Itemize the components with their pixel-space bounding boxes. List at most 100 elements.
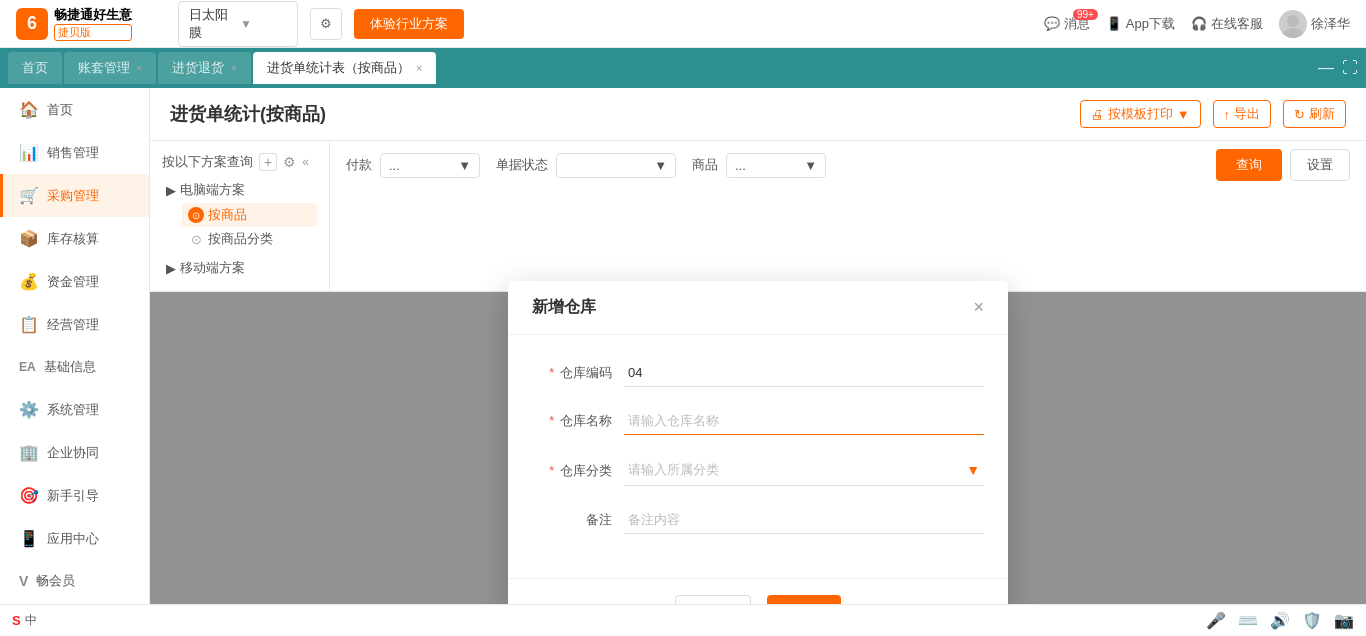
tab-account-close-icon[interactable]: × (136, 62, 142, 74)
dialog-title: 新增仓库 (532, 297, 596, 318)
avatar (1279, 10, 1307, 38)
headset-icon: 🎧 (1191, 16, 1207, 31)
status-select[interactable]: ▼ (556, 153, 676, 178)
tab-home[interactable]: 首页 (8, 52, 62, 84)
user-menu[interactable]: 徐泽华 (1279, 10, 1350, 38)
tab-maximize-icon[interactable]: ⛶ (1342, 59, 1358, 77)
store-selector[interactable]: 日太阳膜 ▼ (178, 1, 298, 47)
sidebar-item-system[interactable]: ⚙️ 系统管理 (0, 388, 149, 431)
name-input[interactable] (624, 407, 984, 435)
logo-icon: 6 (16, 8, 48, 40)
scheme-settings-icon[interactable]: ⚙ (283, 154, 296, 170)
trial-button[interactable]: 体验行业方案 (354, 9, 464, 39)
add-scheme-button[interactable]: + (259, 153, 277, 171)
print-chevron-icon: ▼ (1177, 107, 1190, 122)
filter-tree-area: 按以下方案查询 + ⚙ « ▶ 电脑端方案 ⊙ 按商品 (150, 141, 330, 291)
action-buttons: 查询 设置 (1216, 149, 1350, 181)
form-row-code: * 仓库编码 (532, 359, 984, 387)
sidebar-item-app-center[interactable]: 📱 应用中心 (0, 517, 149, 560)
payment-chevron-icon: ▼ (458, 158, 471, 173)
tab-purchase-return-close-icon[interactable]: × (230, 62, 236, 74)
tab-purchase-stats-close-icon[interactable]: × (416, 62, 422, 74)
bottom-icons: 🎤 ⌨️ 🔊 🛡️ 📷 (1206, 611, 1354, 630)
svg-point-0 (1287, 15, 1299, 27)
sidebar-item-basic-info[interactable]: EA 基础信息 (0, 346, 149, 388)
inventory-icon: 📦 (19, 229, 39, 248)
keyboard-icon[interactable]: ⌨️ (1238, 611, 1258, 630)
goods-select[interactable]: ... ▼ (726, 153, 826, 178)
sidebar-item-inventory[interactable]: 📦 库存核算 (0, 217, 149, 260)
refresh-button[interactable]: ↻ 刷新 (1283, 100, 1346, 128)
brand-logo: S (12, 613, 21, 628)
form-row-note: 备注 (532, 506, 984, 534)
tree-child-by-category[interactable]: ⊙ 按商品分类 (182, 227, 317, 251)
mic-icon[interactable]: 🎤 (1206, 611, 1226, 630)
brand-label: 中 (25, 612, 37, 629)
tree-mobile-arrow-icon: ▶ (166, 261, 176, 276)
export-button[interactable]: ↑ 导出 (1213, 100, 1272, 128)
sidebar-item-finance[interactable]: 💰 资金管理 (0, 260, 149, 303)
export-icon: ↑ (1224, 107, 1231, 122)
sidebar-item-newbie[interactable]: 🎯 新手引导 (0, 474, 149, 517)
sidebar-item-vip[interactable]: V 畅会员 (0, 560, 149, 602)
code-input[interactable] (624, 359, 984, 387)
tab-controls: — ⛶ (1318, 59, 1358, 77)
username-label: 徐泽华 (1311, 15, 1350, 33)
note-input[interactable] (624, 506, 984, 534)
active-scheme-icon: ⊙ (188, 207, 204, 223)
category-arrow-icon: ▼ (966, 462, 980, 478)
search-button[interactable]: 查询 (1216, 149, 1282, 181)
setting-button[interactable]: 设置 (1290, 149, 1350, 181)
svg-point-1 (1283, 28, 1303, 38)
tree-desktop-parent[interactable]: ▶ 电脑端方案 (162, 179, 317, 201)
tab-minimize-icon[interactable]: — (1318, 59, 1334, 77)
notification-icon: 💬 (1044, 16, 1060, 31)
notification-button[interactable]: 💬 消息 99+ (1044, 15, 1090, 33)
dialog-close-icon[interactable]: × (973, 297, 984, 318)
home-icon: 🏠 (19, 100, 39, 119)
query-row1: 付款 ... ▼ 单据状态 ▼ 商品 (346, 149, 1350, 181)
category-label: * 仓库分类 (532, 462, 612, 480)
sidebar-item-home[interactable]: 🏠 首页 (0, 88, 149, 131)
print-icon: 🖨 (1091, 107, 1104, 122)
sidebar-item-sales[interactable]: 📊 销售管理 (0, 131, 149, 174)
app-center-icon: 📱 (19, 529, 39, 548)
basic-info-icon: EA (19, 360, 36, 374)
collapse-icon[interactable]: « (302, 155, 309, 169)
vip-icon: V (19, 573, 28, 589)
purchase-icon: 🛒 (19, 186, 39, 205)
tree-mobile-parent[interactable]: ▶ 移动端方案 (162, 257, 317, 279)
goods-chevron-icon: ▼ (804, 158, 817, 173)
print-button[interactable]: 🖨 按模板打印 ▼ (1080, 100, 1201, 128)
payment-value: ... (389, 158, 400, 173)
app-download-button[interactable]: 📱 App下载 (1106, 15, 1175, 33)
modal-overlay: 新增仓库 × * 仓库编码 (150, 292, 1366, 636)
dialog-header: 新增仓库 × (508, 281, 1008, 335)
settings-icon[interactable]: ⚙ (310, 8, 342, 40)
code-label: * 仓库编码 (532, 364, 612, 382)
enterprise-icon: 🏢 (19, 443, 39, 462)
main-layout: 🏠 首页 📊 销售管理 🛒 采购管理 📦 库存核算 💰 资金管理 📋 经营管理 … (0, 88, 1366, 636)
tree-arrow-icon: ▶ (166, 183, 176, 198)
logo-area: 6 畅捷通好生意 捷贝版 (16, 6, 166, 41)
camera-icon[interactable]: 📷 (1334, 611, 1354, 630)
dialog-body: * 仓库编码 * 仓库名称 (508, 335, 1008, 578)
tab-purchase-stats[interactable]: 进货单统计表（按商品） × (253, 52, 436, 84)
sidebar-item-enterprise[interactable]: 🏢 企业协同 (0, 431, 149, 474)
tab-account[interactable]: 账套管理 × (64, 52, 156, 84)
tree-mobile-group: ▶ 移动端方案 (162, 257, 317, 279)
category-select[interactable]: 请输入所属分类 ▼ (624, 455, 984, 486)
filter-header: 按以下方案查询 + ⚙ « (162, 153, 317, 171)
volume-icon[interactable]: 🔊 (1270, 611, 1290, 630)
top-right-area: 💬 消息 99+ 📱 App下载 🎧 在线客服 徐泽华 (1044, 10, 1350, 38)
online-service-button[interactable]: 🎧 在线客服 (1191, 15, 1263, 33)
filter-query-area: 按以下方案查询 + ⚙ « ▶ 电脑端方案 ⊙ 按商品 (150, 141, 1366, 292)
tree-child-by-goods[interactable]: ⊙ 按商品 (182, 203, 317, 227)
shield-icon[interactable]: 🛡️ (1302, 611, 1322, 630)
content-area: 进货单统计(按商品) 🖨 按模板打印 ▼ ↑ 导出 ↻ 刷新 (150, 88, 1366, 636)
sidebar-item-purchase[interactable]: 🛒 采购管理 (0, 174, 149, 217)
tab-purchase-return[interactable]: 进货退货 × (158, 52, 250, 84)
payment-select[interactable]: ... ▼ (380, 153, 480, 178)
sidebar-item-operations[interactable]: 📋 经营管理 (0, 303, 149, 346)
tree-desktop-children: ⊙ 按商品 ⊙ 按商品分类 (162, 203, 317, 251)
